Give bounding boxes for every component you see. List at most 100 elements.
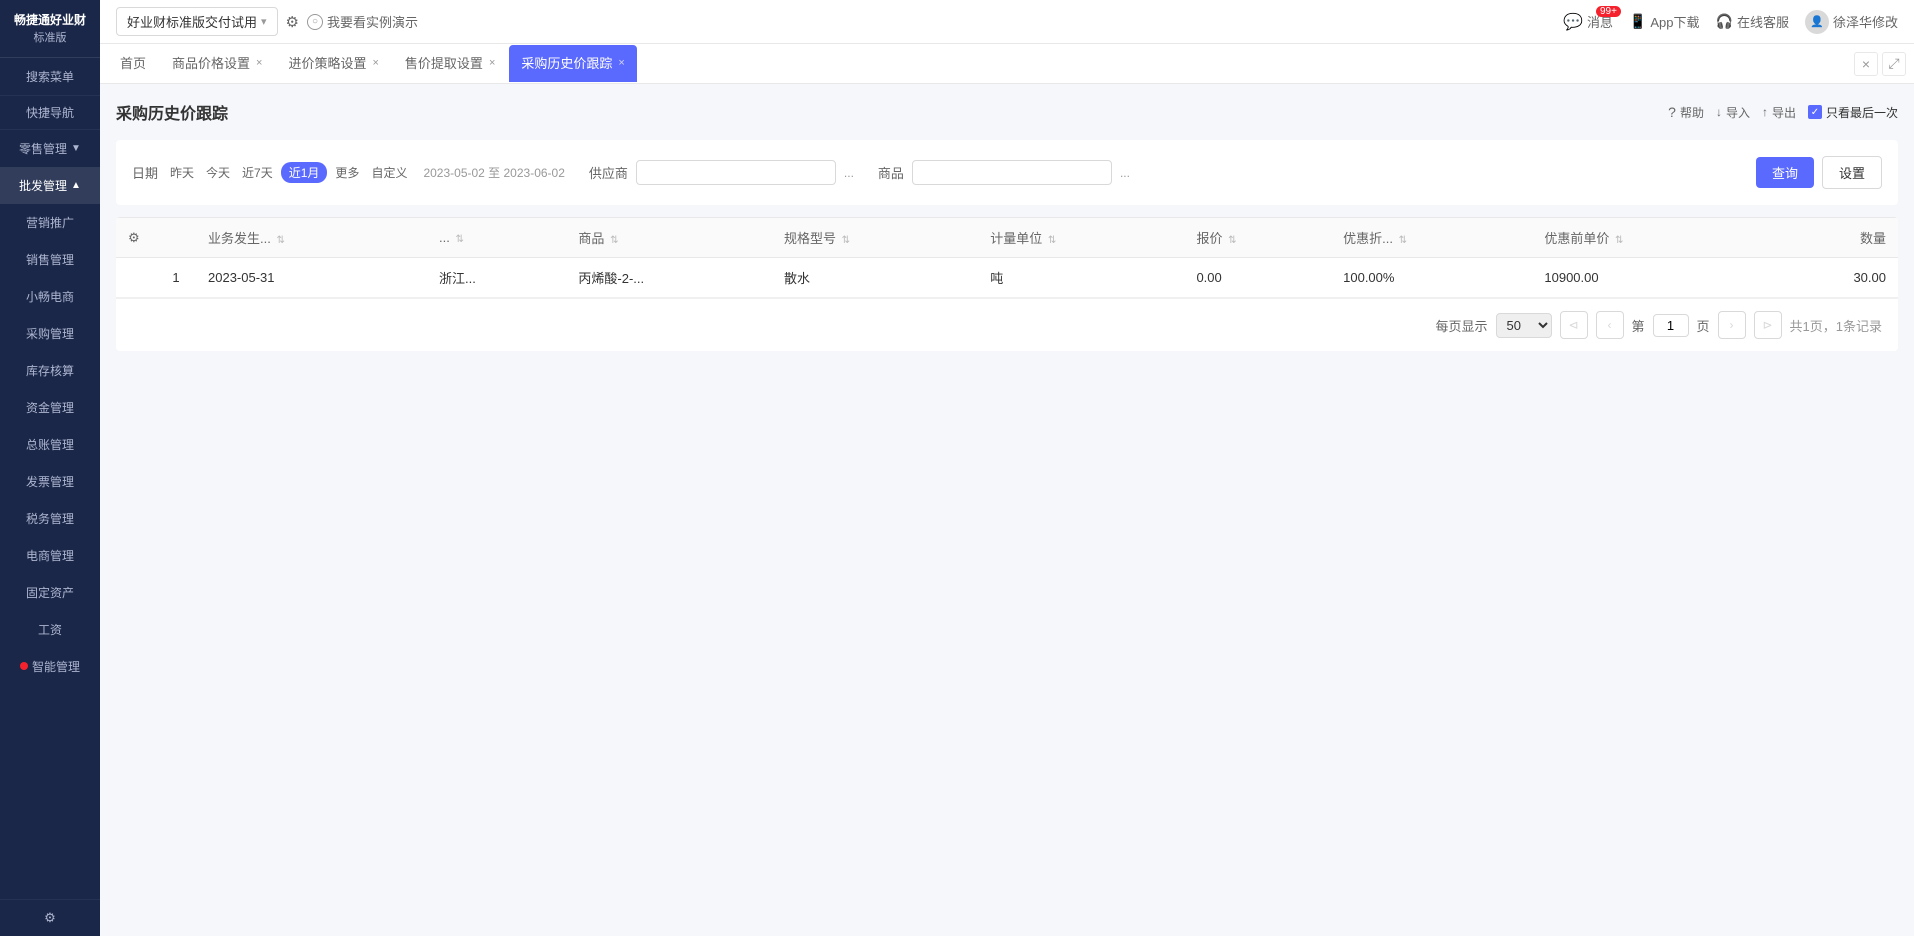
th-discount[interactable]: 优惠折... ⇅ <box>1331 218 1532 258</box>
prev-page-button[interactable]: ‹ <box>1596 311 1624 339</box>
per-page-label: 每页显示 <box>1435 316 1487 335</box>
export-button[interactable]: ↑ 导出 <box>1762 104 1796 121</box>
filter-settings-button[interactable]: 设置 <box>1822 156 1882 189</box>
filter-row: 日期 昨天 今天 近7天 近1月 更多 自定义 2023-05-02 至 202… <box>132 156 1882 189</box>
user-menu[interactable]: 👤 徐泽华修改 <box>1805 10 1898 34</box>
sidebar-quicknav[interactable]: 快捷导航 <box>0 96 100 130</box>
import-button[interactable]: ↓ 导入 <box>1716 104 1750 121</box>
th-pre-discount-price[interactable]: 优惠前单价 ⇅ <box>1532 218 1768 258</box>
only-last-checkbox-label[interactable]: ✓ 只看最后一次 <box>1808 104 1898 121</box>
page-input[interactable] <box>1653 314 1689 337</box>
product-more-button[interactable]: ... <box>1120 166 1130 180</box>
close-icon[interactable]: × <box>618 57 624 69</box>
demo-circle-icon: ○ <box>307 14 323 30</box>
version-select[interactable]: 好业财标准版交付试用 ▾ <box>116 7 278 36</box>
sidebar-item-finance[interactable]: 资金管理 <box>0 389 100 426</box>
filter-bar: 日期 昨天 今天 近7天 近1月 更多 自定义 2023-05-02 至 202… <box>116 140 1898 205</box>
td-quantity: 30.00 <box>1768 258 1898 298</box>
td-col3: 浙江... <box>427 258 566 298</box>
expand-tab-button[interactable]: ⤢ <box>1882 52 1906 76</box>
messages-button[interactable]: 💬 消息 99+ <box>1563 12 1613 32</box>
last-page-button[interactable]: ⊳ <box>1754 311 1782 339</box>
next-page-button[interactable]: › <box>1718 311 1746 339</box>
supplier-more-button[interactable]: ... <box>844 166 854 180</box>
close-tab-button[interactable]: × <box>1854 52 1878 76</box>
sidebar-item-finance-label: 资金管理 <box>26 399 74 416</box>
first-page-button[interactable]: ⊲ <box>1560 311 1588 339</box>
td-gear <box>116 258 156 298</box>
tab-sale-price[interactable]: 售价提取设置 × <box>393 45 507 82</box>
sidebar-logo: 畅捷通好业财 标准版 <box>0 0 100 58</box>
date-opt-last7[interactable]: 近7天 <box>238 162 277 183</box>
page-label: 第 <box>1632 316 1645 335</box>
th-product[interactable]: 商品 ⇅ <box>566 218 772 258</box>
tab-purchase-strategy[interactable]: 进价策略设置 × <box>276 45 390 82</box>
filter-supplier: 供应商 ... <box>589 160 854 185</box>
sidebar-search-label: 搜索菜单 <box>8 68 92 85</box>
sidebar-item-invoice[interactable]: 发票管理 <box>0 463 100 500</box>
question-icon: ? <box>1668 104 1676 120</box>
sidebar-item-ecommerce[interactable]: 电商管理 <box>0 537 100 574</box>
sidebar-item-purchase[interactable]: 采购管理 <box>0 315 100 352</box>
help-button[interactable]: ? 帮助 <box>1668 104 1704 121</box>
tabbar-actions: × ⤢ <box>1854 52 1906 76</box>
sidebar-item-inventory[interactable]: 库存核算 <box>0 352 100 389</box>
tab-purchase-history-label: 采购历史价跟踪 <box>521 53 612 72</box>
sidebar-search[interactable]: 搜索菜单 <box>0 58 100 96</box>
sidebar-item-smart-label: 智能管理 <box>32 658 80 675</box>
sidebar-item-assets[interactable]: 固定资产 <box>0 574 100 611</box>
query-button[interactable]: 查询 <box>1756 157 1814 188</box>
sidebar-item-sales[interactable]: 销售管理 <box>0 241 100 278</box>
close-icon[interactable]: × <box>256 57 262 69</box>
per-page-select[interactable]: 50 10 20 100 <box>1496 313 1552 338</box>
th-price[interactable]: 报价 ⇅ <box>1184 218 1331 258</box>
tab-purchase-history[interactable]: 采购历史价跟踪 × <box>509 45 636 82</box>
topbar-right: 💬 消息 99+ 📱 App下载 🎧 在线客服 👤 徐泽华修改 <box>1563 10 1898 34</box>
tab-sale-price-label: 售价提取设置 <box>405 53 483 72</box>
settings-icon[interactable]: ⚙ <box>286 13 299 31</box>
date-opt-today[interactable]: 今天 <box>202 162 234 183</box>
supplier-filter-label: 供应商 <box>589 163 628 182</box>
th-unit[interactable]: 计量单位 ⇅ <box>978 218 1184 258</box>
total-info: 共1页，1条记录 <box>1790 316 1882 335</box>
filter-date: 日期 昨天 今天 近7天 近1月 更多 自定义 2023-05-02 至 202… <box>132 162 565 183</box>
sidebar-item-tax[interactable]: 税务管理 <box>0 500 100 537</box>
tab-price[interactable]: 商品价格设置 × <box>160 45 274 82</box>
supplier-input[interactable] <box>636 160 836 185</box>
import-label: 导入 <box>1726 104 1750 121</box>
tab-home[interactable]: 首页 <box>108 45 158 82</box>
date-options: 昨天 今天 近7天 近1月 更多 自定义 <box>166 162 411 183</box>
sort-icon: ⇅ <box>842 235 850 246</box>
close-icon[interactable]: × <box>489 57 495 69</box>
online-service-label: 在线客服 <box>1737 12 1789 31</box>
close-icon[interactable]: × <box>372 57 378 69</box>
sidebar-item-ecommerce-label: 电商管理 <box>26 547 74 564</box>
th-spec[interactable]: 规格型号 ⇅ <box>772 218 978 258</box>
sidebar-gear-button[interactable]: ⚙ <box>0 899 100 936</box>
demo-button[interactable]: ○ 我要看实例演示 <box>307 12 418 31</box>
th-gear[interactable]: ⚙ <box>116 218 156 258</box>
sidebar-item-payroll[interactable]: 工资 <box>0 611 100 648</box>
sidebar-item-retail[interactable]: 零售管理 ▼ <box>0 130 100 167</box>
sidebar-item-marketing[interactable]: 营销推广 <box>0 204 100 241</box>
date-opt-custom[interactable]: 自定义 <box>367 162 411 183</box>
th-col3[interactable]: ... ⇅ <box>427 218 566 258</box>
sidebar-item-smart[interactable]: 智能管理 <box>0 648 100 685</box>
date-opt-last1m[interactable]: 近1月 <box>281 162 328 183</box>
app-download-button[interactable]: 📱 App下载 <box>1629 12 1700 31</box>
sidebar-item-ecommerce-small[interactable]: 小畅电商 <box>0 278 100 315</box>
content-area: 采购历史价跟踪 ? 帮助 ↓ 导入 ↑ 导出 ✓ 只看最后一次 <box>100 84 1914 936</box>
date-opt-yesterday[interactable]: 昨天 <box>166 162 198 183</box>
td-unit: 吨 <box>978 258 1184 298</box>
table-row: 1 2023-05-31 浙江... 丙烯酸-2-... 散水 吨 0.00 1… <box>116 258 1898 298</box>
product-input[interactable] <box>912 160 1112 185</box>
th-quantity[interactable]: 数量 <box>1768 218 1898 258</box>
online-service-button[interactable]: 🎧 在线客服 <box>1716 12 1789 31</box>
sidebar-item-wholesale[interactable]: 批发管理 ▲ <box>0 167 100 204</box>
date-opt-more[interactable]: 更多 <box>331 162 363 183</box>
sidebar-item-accounting[interactable]: 总账管理 <box>0 426 100 463</box>
messages-badge: 99+ <box>1596 6 1621 17</box>
th-date[interactable]: 业务发生... ⇅ <box>196 218 427 258</box>
date-range-display: 2023-05-02 至 2023-06-02 <box>423 164 564 181</box>
sort-icon: ⇅ <box>610 235 618 246</box>
